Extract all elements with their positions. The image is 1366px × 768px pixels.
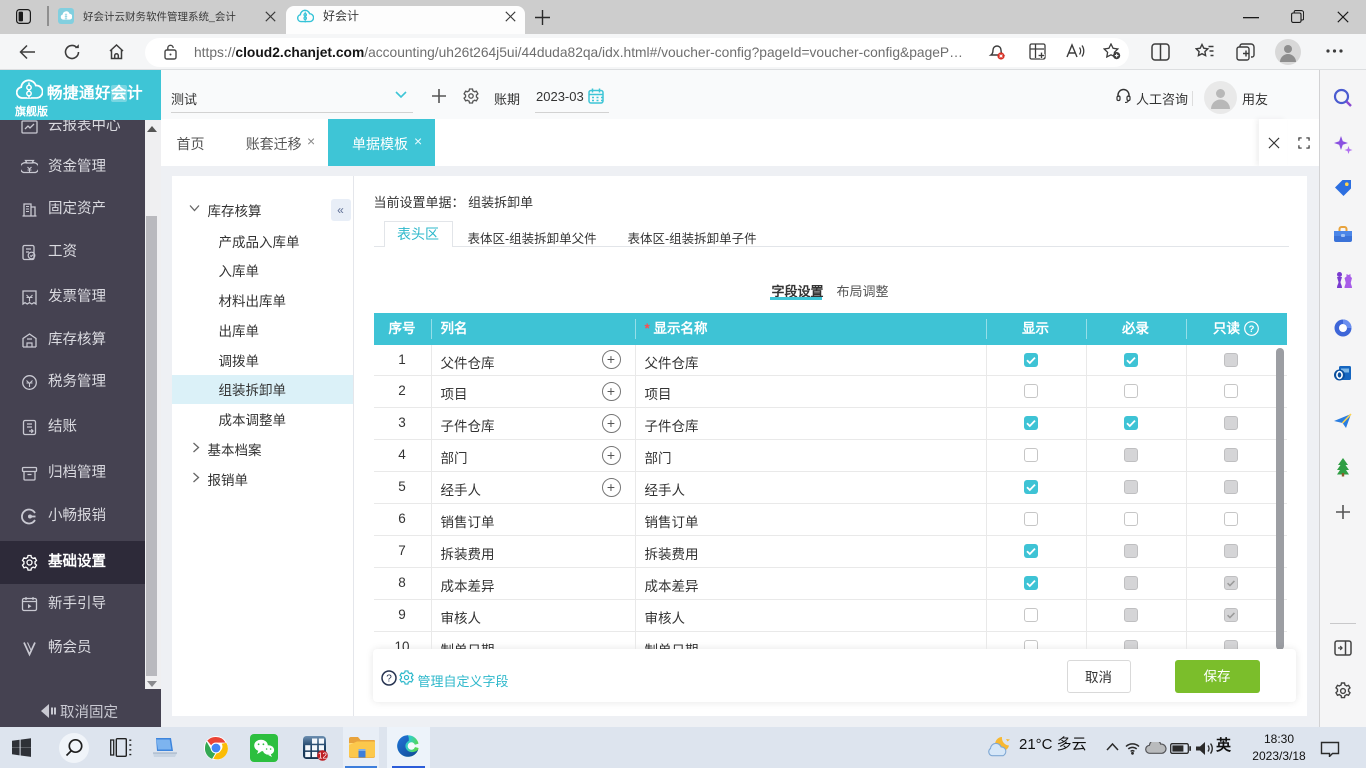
svg-text:12: 12	[318, 751, 327, 760]
svg-text:?: ?	[386, 674, 392, 685]
svg-text:?: ?	[1249, 324, 1255, 335]
